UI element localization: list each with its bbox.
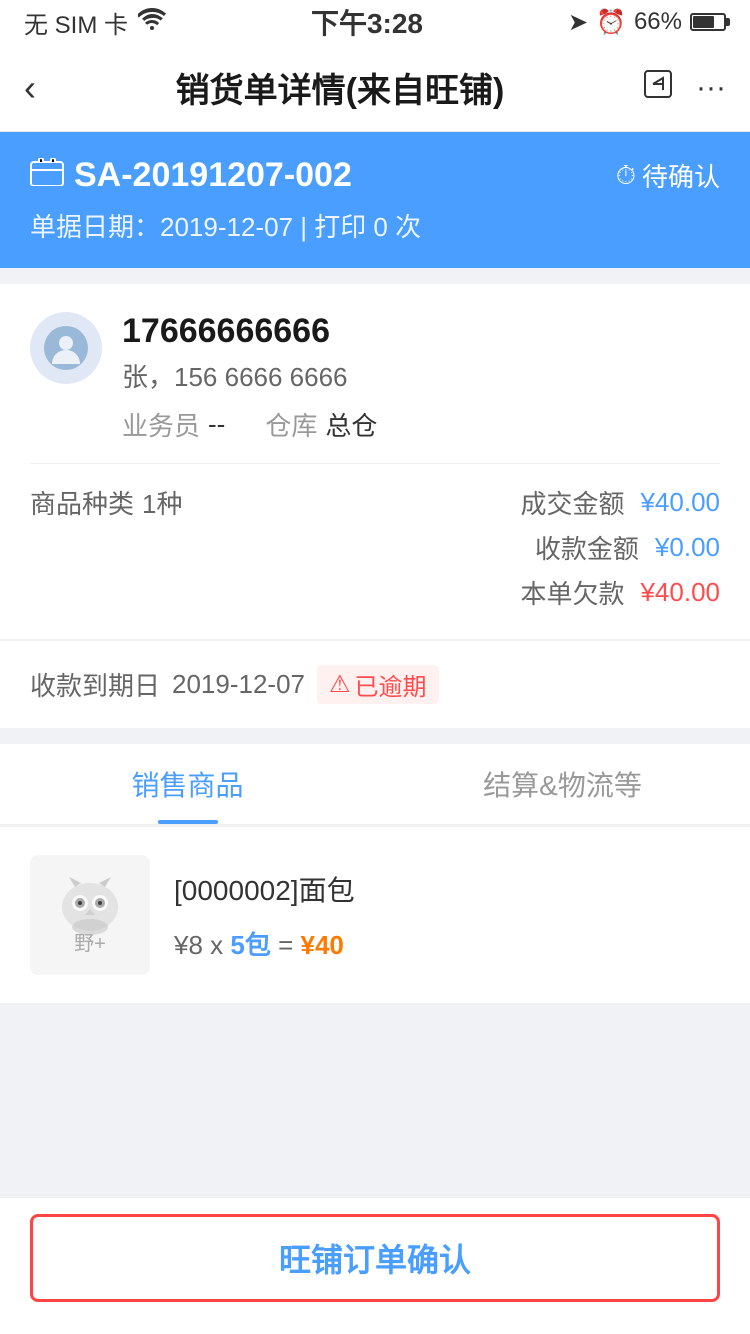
salesperson-item: 业务员 -- — [122, 406, 225, 443]
alarm-icon: ⏰ — [596, 8, 626, 37]
due-amount-value: ¥40.00 — [640, 577, 720, 608]
product-types-value: 1种 — [142, 484, 182, 521]
product-info: [0000002]面包 ¥8 x 5包 = ¥40 — [174, 869, 720, 962]
overdue-badge: ⚠ 已逾期 — [317, 665, 439, 704]
customer-name: 17666666666 — [122, 312, 720, 351]
battery-percent: 66% — [634, 8, 682, 36]
stats-section: 商品种类 1种 成交金额 ¥40.00 收款金额 ¥0.00 本单欠款 ¥40.… — [30, 484, 720, 611]
status-time: 下午3:28 — [311, 2, 423, 42]
back-button[interactable]: ‹ — [24, 67, 36, 109]
price-formula: ¥8 x — [174, 930, 230, 960]
tab-settlement[interactable]: 结算&物流等 — [375, 744, 750, 824]
owl-logo-svg — [55, 875, 125, 935]
order-status: ⏱ 待确认 — [616, 157, 720, 194]
tab-underline — [158, 820, 218, 824]
wifi-icon — [138, 8, 166, 37]
status-right: ➤ ⏰ 66% — [568, 8, 726, 37]
stats-right: 成交金额 ¥40.00 收款金额 ¥0.00 本单欠款 ¥40.00 — [520, 484, 720, 611]
stats-left: 商品种类 1种 — [30, 484, 182, 521]
status-bar: 无 SIM 卡 下午3:28 ➤ ⏰ 66% — [0, 0, 750, 44]
confirm-order-button[interactable]: 旺铺订单确认 — [30, 1214, 720, 1302]
order-header-top: SA-20191207-002 ⏱ 待确认 — [30, 156, 720, 195]
nav-actions: ··· — [644, 70, 726, 106]
confirm-button-wrap: 旺铺订单确认 — [0, 1197, 750, 1334]
location-icon: ➤ — [568, 8, 588, 37]
received-amount-label: 收款金额 — [535, 529, 639, 566]
due-amount-label: 本单欠款 — [520, 574, 624, 611]
due-amount-row: 本单欠款 ¥40.00 — [520, 574, 720, 611]
salesperson-label: 业务员 — [122, 406, 200, 443]
tab-settlement-label: 结算&物流等 — [483, 764, 642, 804]
product-item: 野+ [0000002]面包 ¥8 x 5包 = ¥40 — [30, 855, 720, 975]
warehouse-item: 仓库 总仓 — [265, 406, 377, 443]
share-icon[interactable] — [644, 70, 672, 106]
received-amount-value: ¥0.00 — [655, 532, 720, 563]
product-section: 野+ [0000002]面包 ¥8 x 5包 = ¥40 — [0, 827, 750, 1003]
transaction-amount-label: 成交金额 — [520, 484, 624, 521]
price-equals: = — [271, 930, 301, 960]
customer-card: 17666666666 张，156 6666 6666 业务员 -- 仓库 总仓… — [0, 284, 750, 639]
product-types-label: 商品种类 — [30, 484, 134, 521]
status-left: 无 SIM 卡 — [24, 5, 166, 40]
product-name: [0000002]面包 — [174, 869, 720, 909]
transaction-amount-value: ¥40.00 — [640, 487, 720, 518]
warehouse-label: 仓库 — [265, 406, 317, 443]
tabs-bar: 销售商品 结算&物流等 — [0, 744, 750, 825]
more-icon[interactable]: ··· — [696, 71, 726, 105]
price-quantity: 5包 — [230, 930, 270, 960]
order-date: 单据日期：2019-12-07 | 打印 0 次 — [30, 207, 720, 244]
customer-meta: 业务员 -- 仓库 总仓 — [122, 406, 720, 443]
customer-phone: 张，156 6666 6666 — [122, 357, 720, 394]
nav-bar: ‹ 销货单详情(来自旺铺) ··· — [0, 44, 750, 132]
order-header-card: SA-20191207-002 ⏱ 待确认 单据日期：2019-12-07 | … — [0, 132, 750, 268]
order-icon — [30, 156, 64, 195]
tab-products[interactable]: 销售商品 — [0, 744, 375, 824]
overdue-section: 收款到期日 2019-12-07 ⚠ 已逾期 — [0, 641, 750, 728]
logo-text: 野+ — [74, 927, 106, 956]
customer-section: 17666666666 张，156 6666 6666 业务员 -- 仓库 总仓 — [30, 312, 720, 443]
warehouse-value: 总仓 — [325, 406, 377, 443]
divider-1 — [30, 463, 720, 464]
customer-avatar — [30, 312, 102, 384]
customer-info: 17666666666 张，156 6666 6666 业务员 -- 仓库 总仓 — [122, 312, 720, 443]
order-id: SA-20191207-002 — [30, 156, 352, 195]
product-thumbnail: 野+ — [30, 855, 150, 975]
received-amount-row: 收款金额 ¥0.00 — [535, 529, 720, 566]
product-price: ¥8 x 5包 = ¥40 — [174, 925, 720, 962]
product-types-item: 商品种类 1种 — [30, 484, 182, 521]
transaction-amount-row: 成交金额 ¥40.00 — [520, 484, 720, 521]
overdue-warning-icon: ⚠ — [329, 670, 351, 699]
battery-icon — [690, 13, 726, 31]
clock-icon: ⏱ — [616, 160, 636, 192]
tab-products-label: 销售商品 — [131, 764, 243, 804]
overdue-label: 收款到期日 — [30, 666, 160, 703]
price-total: ¥40 — [300, 930, 343, 960]
page-title: 销货单详情(来自旺铺) — [176, 63, 505, 112]
avatar-icon — [44, 326, 88, 370]
carrier-text: 无 SIM 卡 — [24, 5, 128, 40]
salesperson-value: -- — [208, 409, 225, 440]
overdue-date: 2019-12-07 — [172, 669, 305, 700]
